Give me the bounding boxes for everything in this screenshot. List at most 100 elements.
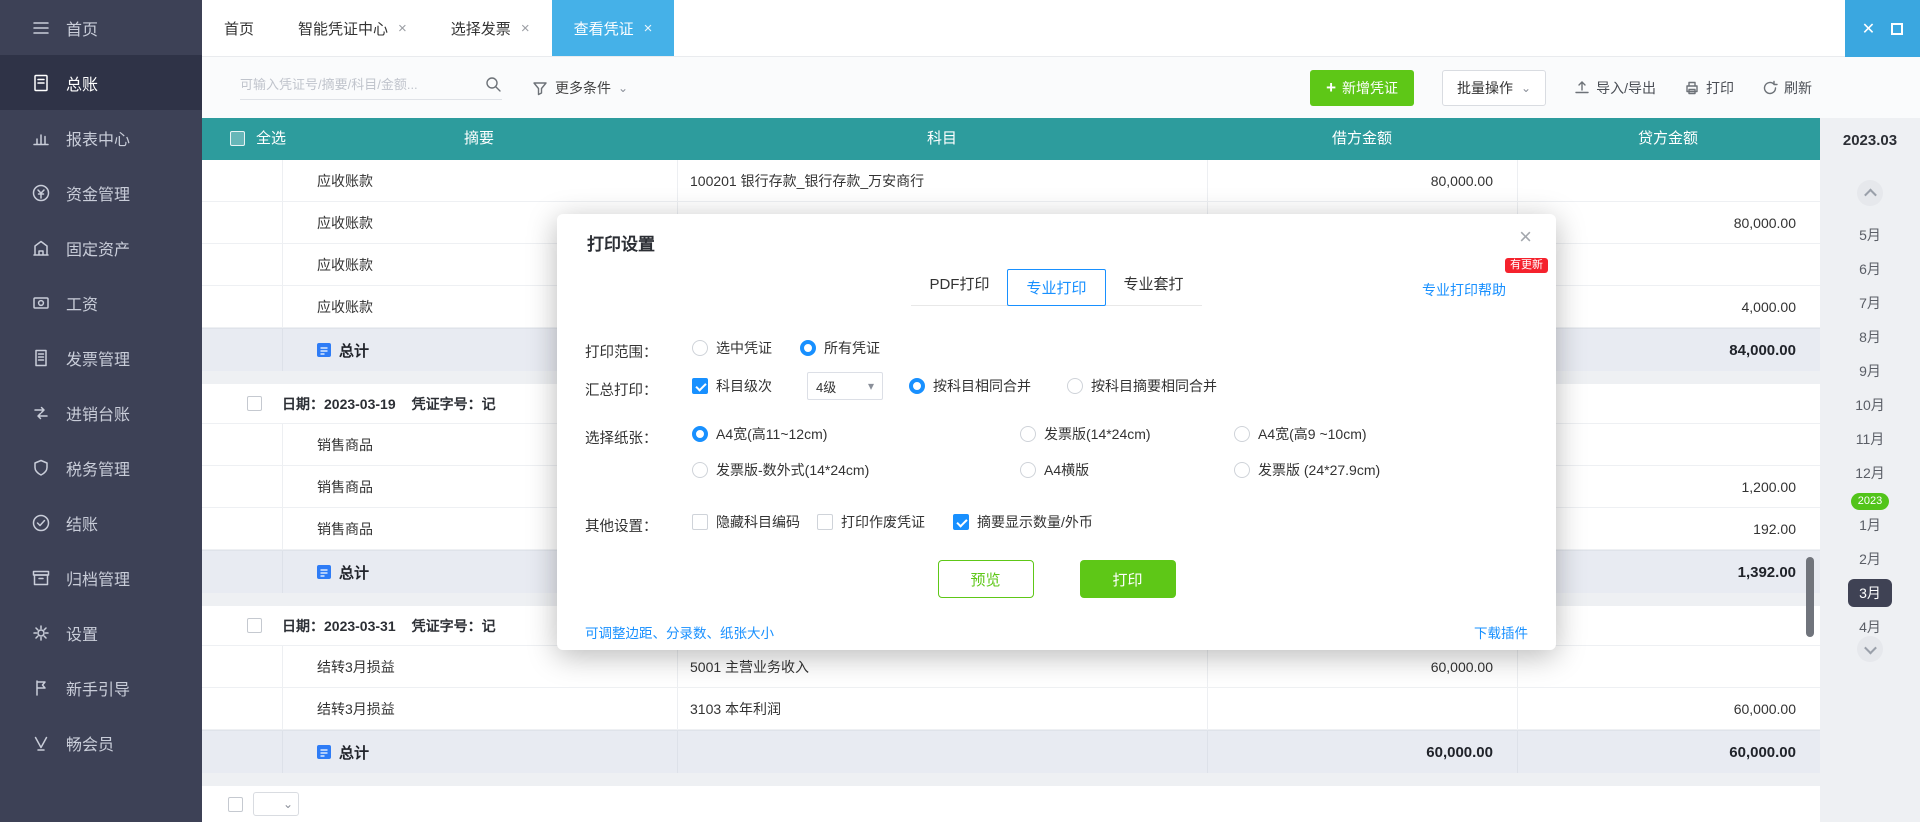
sidebar-item-closing[interactable]: 结账 <box>0 495 202 550</box>
sidebar-item-reports[interactable]: 报表中心 <box>0 110 202 165</box>
checkbox-account-level[interactable]: 科目级次 <box>692 376 772 396</box>
sidebar-item-invoice[interactable]: 发票管理 <box>0 330 202 385</box>
tab-close-icon[interactable]: × <box>521 20 530 37</box>
ledger-icon <box>30 72 52 94</box>
print-range-row: 打印范围： 选中凭证 所有凭证 <box>585 338 880 361</box>
checkbox-show-qty-currency[interactable]: 摘要显示数量/外币 <box>953 512 1093 532</box>
maximize-icon[interactable] <box>1891 22 1904 35</box>
update-badge: 有更新 <box>1505 258 1548 273</box>
closing-check-icon <box>30 512 52 534</box>
radio-paper-a4-landscape[interactable]: A4横版 <box>1020 460 1089 480</box>
radio-paper-a4-wide-11-12[interactable]: A4宽(高11~12cm) <box>692 424 827 444</box>
month-item[interactable]: 11月 <box>1820 422 1920 456</box>
sidebar-item-payroll[interactable]: 工资 <box>0 275 202 330</box>
checkbox-hide-account-code[interactable]: 隐藏科目编码 <box>692 512 800 532</box>
radio-merge-same-account[interactable]: 按科目相同合并 <box>909 376 1031 396</box>
month-item[interactable]: 9月 <box>1820 354 1920 388</box>
tab-view-voucher[interactable]: 查看凭证 × <box>551 0 675 56</box>
tab-professional-preprinted[interactable]: 专业套打 <box>1106 266 1202 305</box>
plus-icon: + <box>1326 77 1337 97</box>
sidebar-item-archive[interactable]: 归档管理 <box>0 550 202 605</box>
scroll-up-button[interactable] <box>1857 180 1883 206</box>
month-item-active[interactable]: 3月 <box>1820 576 1920 610</box>
tab-home[interactable]: 首页 <box>202 0 276 56</box>
sidebar-item-guide[interactable]: 新手引导 <box>0 660 202 715</box>
radio-paper-invoice-14-24[interactable]: 发票版(14*24cm) <box>1020 424 1151 444</box>
group-total-row: 总计 60,000.00 60,000.00 <box>202 730 1820 774</box>
paper-row-2: 发票版-数外式(14*24cm) A4横版 发票版 (24*27.9cm) <box>557 460 1556 486</box>
sidebar-item-tax[interactable]: 税务管理 <box>0 440 202 495</box>
dialog-tabs: PDF打印 专业打印 专业套打 <box>557 266 1556 306</box>
close-icon[interactable]: ✕ <box>1862 19 1875 39</box>
scroll-down-button[interactable] <box>1857 636 1883 662</box>
vertical-scrollbar-thumb[interactable] <box>1806 557 1814 637</box>
search-icon[interactable] <box>485 76 502 93</box>
total-icon <box>317 565 331 579</box>
batch-actions-button[interactable]: 批量操作 ⌄ <box>1442 69 1547 106</box>
radio-selected-vouchers[interactable]: 选中凭证 <box>692 338 772 358</box>
month-item[interactable]: 7月 <box>1820 286 1920 320</box>
sidebar-item-funds[interactable]: 资金管理 <box>0 165 202 220</box>
print-button[interactable]: 打印 <box>1079 560 1176 598</box>
adjust-settings-link[interactable]: 可调整边距、分录数、纸张大小 <box>585 622 774 642</box>
month-item[interactable]: 2月 <box>1820 542 1920 576</box>
sidebar-item-home[interactable]: 首页 <box>0 0 202 55</box>
more-filters-button[interactable]: 更多条件 ⌄ <box>532 78 628 98</box>
row-checkbox[interactable] <box>247 618 262 633</box>
select-all-checkbox[interactable] <box>230 131 245 146</box>
sidebar-item-settings[interactable]: 设置 <box>0 605 202 660</box>
search-input[interactable] <box>240 76 485 92</box>
filter-funnel-icon <box>533 81 547 95</box>
page-size-select[interactable]: ⌄ <box>253 792 299 816</box>
inventory-ledger-icon <box>30 402 52 424</box>
preview-button[interactable]: 预览 <box>937 560 1034 598</box>
radio-selected-icon <box>692 426 708 442</box>
month-item[interactable]: 8月 <box>1820 320 1920 354</box>
month-item[interactable]: 6月 <box>1820 252 1920 286</box>
voucher-search <box>240 76 502 100</box>
radio-paper-a4-wide-9-10[interactable]: A4宽(高9 ~10cm) <box>1234 424 1367 444</box>
sidebar-item-member[interactable]: 畅会员 <box>0 715 202 770</box>
add-voucher-button[interactable]: + 新增凭证 <box>1310 69 1415 106</box>
tab-professional-print[interactable]: 专业打印 <box>1007 269 1106 306</box>
radio-merge-same-account-summary[interactable]: 按科目摘要相同合并 <box>1067 376 1217 396</box>
table-row[interactable]: 结转3月损益 5001 主营业务收入 60,000.00 <box>202 646 1820 688</box>
row-checkbox[interactable] <box>247 396 262 411</box>
settings-gear-icon <box>30 622 52 644</box>
professional-print-help-link[interactable]: 专业打印帮助 <box>1422 280 1506 300</box>
tab-smart-voucher-center[interactable]: 智能凭证中心 × <box>276 0 429 56</box>
month-item[interactable]: 5月 <box>1820 218 1920 252</box>
tab-close-icon[interactable]: × <box>398 20 407 37</box>
month-item[interactable]: 12月 <box>1820 456 1920 490</box>
radio-icon <box>1020 426 1036 442</box>
sidebar-item-fixed-assets[interactable]: 固定资产 <box>0 220 202 275</box>
payroll-icon <box>30 292 52 314</box>
print-button[interactable]: 打印 <box>1684 78 1734 98</box>
table-row[interactable]: 应收账款 100201 银行存款_银行存款_万安商行 80,000.00 <box>202 160 1820 202</box>
current-period[interactable]: 2023.03 <box>1820 132 1920 149</box>
radio-all-vouchers[interactable]: 所有凭证 <box>800 338 880 358</box>
table-row[interactable]: 结转3月损益 3103 本年利润 60,000.00 <box>202 688 1820 730</box>
month-item[interactable]: 1月 <box>1820 508 1920 542</box>
chevron-down-icon: ▾ <box>867 379 874 393</box>
month-list: 5月 6月 7月 8月 9月 10月 11月 12月 2023 1月 2月 3月… <box>1820 218 1920 644</box>
radio-selected-icon <box>909 378 925 394</box>
fixed-assets-icon <box>30 237 52 259</box>
checkbox-print-voided[interactable]: 打印作废凭证 <box>817 512 925 532</box>
import-export-button[interactable]: 导入/导出 <box>1574 78 1656 98</box>
download-plugin-link[interactable]: 下载插件 <box>1474 622 1528 642</box>
dialog-close-icon[interactable]: × <box>1519 224 1532 250</box>
tab-close-icon[interactable]: × <box>644 20 653 37</box>
tab-pdf-print[interactable]: PDF打印 <box>911 266 1007 305</box>
invoice-icon <box>30 347 52 369</box>
radio-paper-invoice-ext[interactable]: 发票版-数外式(14*24cm) <box>692 460 869 480</box>
other-settings-row: 其他设置： 隐藏科目编码 打印作废凭证 摘要显示数量/外币 <box>585 512 1093 535</box>
sidebar-item-general-ledger[interactable]: 总账 <box>0 55 202 110</box>
tab-select-invoice[interactable]: 选择发票 × <box>429 0 552 56</box>
month-item[interactable]: 10月 <box>1820 388 1920 422</box>
level-select[interactable]: 4级 ▾ <box>807 372 883 400</box>
sidebar-item-inventory-ledger[interactable]: 进销台账 <box>0 385 202 440</box>
radio-paper-invoice-24-279[interactable]: 发票版 (24*27.9cm) <box>1234 460 1380 480</box>
refresh-button[interactable]: 刷新 <box>1762 78 1812 98</box>
row-checkbox[interactable] <box>228 796 243 812</box>
